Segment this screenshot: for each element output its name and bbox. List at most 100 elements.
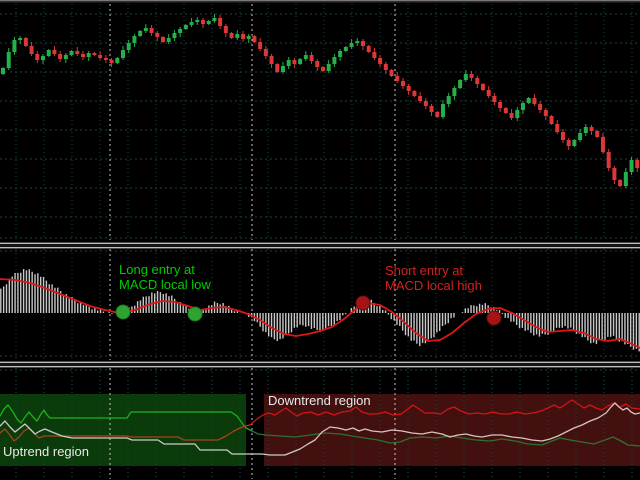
candle-body	[155, 33, 160, 37]
candle-body	[498, 102, 503, 108]
candle-body	[583, 127, 588, 133]
candle-body	[595, 131, 600, 137]
candle-body	[246, 36, 251, 39]
candle-body	[263, 49, 268, 56]
candle-body	[629, 160, 634, 172]
candle-body	[578, 133, 583, 140]
macd-histogram	[0, 269, 640, 352]
short-entry-dot[interactable]	[486, 310, 502, 326]
candle-body	[418, 96, 423, 101]
candle-body	[115, 58, 120, 63]
candle-body	[320, 67, 325, 71]
candle-body	[200, 20, 205, 24]
candle-body	[618, 180, 623, 186]
candle-body	[98, 55, 103, 58]
candle-body	[132, 36, 137, 43]
candle-body	[80, 54, 85, 57]
candle-body	[475, 78, 480, 84]
candle-body	[58, 54, 63, 59]
candle-body	[149, 28, 154, 33]
price-chart-panel[interactable]	[0, 0, 640, 242]
candle-body	[463, 74, 468, 80]
candle-body	[63, 55, 68, 59]
candle-body	[229, 33, 234, 38]
candle-body	[566, 140, 571, 146]
candle-body	[538, 104, 543, 110]
candle-body	[326, 64, 331, 71]
candle-body	[549, 116, 554, 124]
candle-body	[492, 96, 497, 102]
candle-body	[218, 18, 223, 26]
candle-body	[315, 61, 320, 67]
candle-body	[92, 53, 97, 55]
candle-body	[275, 64, 280, 72]
candle-body	[303, 55, 308, 59]
candle-body	[120, 50, 125, 58]
candle-body	[75, 51, 80, 54]
short-entry-label: Short entry at MACD local high	[385, 263, 482, 293]
candle-body	[52, 50, 57, 54]
candle-body	[440, 104, 445, 117]
candle-body	[355, 41, 360, 43]
long-entry-dot[interactable]	[187, 306, 203, 322]
candle-body	[452, 88, 457, 96]
candle-body	[526, 98, 531, 103]
panel-separator[interactable]	[0, 242, 640, 249]
candle-body	[160, 37, 165, 42]
candle-body	[178, 29, 183, 33]
macd-indicator-panel[interactable]	[0, 249, 640, 361]
candle-body	[46, 50, 51, 56]
candle-body	[269, 56, 274, 64]
panel-separator[interactable]	[0, 361, 640, 368]
short-entry-dot[interactable]	[355, 295, 371, 311]
candle-body	[520, 103, 525, 110]
candle-body	[195, 20, 200, 22]
candle-body	[86, 53, 91, 57]
candle-body	[332, 57, 337, 64]
candle-body	[435, 112, 440, 117]
candle-body	[1, 68, 5, 74]
trend-indicator-panel[interactable]	[0, 368, 640, 480]
candle-body	[292, 60, 297, 64]
candle-body	[6, 52, 11, 68]
candle-body	[286, 60, 291, 66]
candle-body	[138, 31, 143, 36]
candle-body	[515, 110, 520, 118]
candle-body	[12, 40, 17, 52]
candle-body	[212, 18, 217, 21]
candle-body	[143, 28, 148, 31]
candle-body	[406, 86, 411, 91]
candle-body	[280, 66, 285, 72]
candle-body	[635, 160, 640, 168]
candle-body	[103, 58, 108, 60]
candle-body	[555, 124, 560, 132]
candle-body	[383, 64, 388, 70]
candle-body	[235, 34, 240, 38]
candle-body	[446, 96, 451, 104]
candle-body	[18, 38, 23, 40]
candle-body	[458, 80, 463, 88]
candle-body	[172, 33, 177, 38]
candle-body	[343, 47, 348, 51]
candle-body	[543, 110, 548, 116]
candle-body	[606, 152, 611, 168]
candle-body	[480, 84, 485, 90]
candle-body	[23, 38, 28, 46]
candle-body	[612, 168, 617, 180]
candle-body	[29, 46, 34, 54]
candle-body	[429, 106, 434, 112]
candle-body	[258, 42, 263, 49]
long-entry-dot[interactable]	[115, 304, 131, 320]
candle-body	[366, 46, 371, 52]
candle-body	[589, 127, 594, 131]
candle-body	[623, 172, 628, 186]
candle-body	[309, 55, 314, 61]
candle-body	[360, 41, 365, 46]
candle-body	[206, 21, 211, 24]
candle-body	[166, 38, 171, 42]
candle-body	[509, 113, 514, 118]
candle-body	[469, 74, 474, 78]
candle-body	[560, 132, 565, 140]
candle-body	[532, 98, 537, 104]
candle-body	[189, 22, 194, 25]
